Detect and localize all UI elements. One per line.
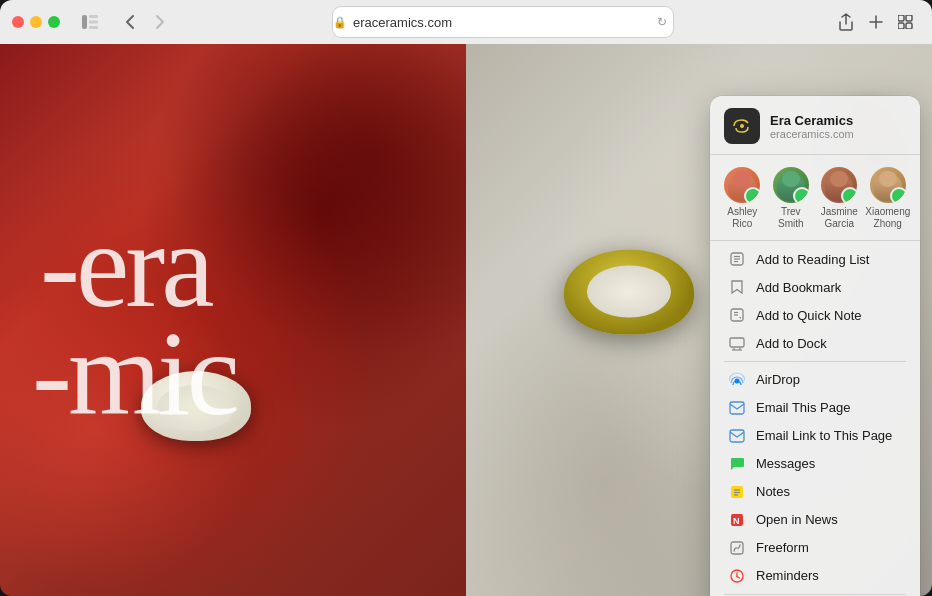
svg-rect-21	[730, 402, 744, 414]
menu-label-add-dock: Add to Dock	[756, 336, 827, 351]
contact-xiaomeng[interactable]: XiaomengZhong	[866, 167, 910, 230]
site-icon	[724, 108, 760, 144]
menu-divider-1	[724, 361, 906, 362]
sidebar-toggle-button[interactable]	[76, 8, 104, 36]
avatar-jasmine	[821, 167, 857, 203]
bookmark-icon	[728, 278, 746, 296]
site-info: Era Ceramics eraceramics.com	[770, 113, 854, 140]
back-button[interactable]	[116, 8, 144, 36]
svg-rect-5	[898, 23, 904, 29]
svg-rect-6	[906, 15, 912, 21]
url-text: eraceramics.com	[353, 15, 452, 30]
menu-item-news[interactable]: N Open in News	[714, 506, 916, 534]
messages-icon	[728, 455, 746, 473]
svg-point-8	[740, 124, 744, 128]
menu-list: Add to Reading List Add Bookmark Add to …	[710, 245, 920, 596]
browser-window: 🔒 eraceramics.com ↻	[0, 0, 932, 596]
avatar-ashley	[724, 167, 760, 203]
share-button[interactable]	[832, 8, 860, 36]
menu-label-notes: Notes	[756, 484, 790, 499]
page-content: -era -mic Era Ceramics eraceramics.com	[0, 44, 932, 596]
menu-label-bookmark: Add Bookmark	[756, 280, 841, 295]
avatar-xiaomeng	[870, 167, 906, 203]
close-button[interactable]	[12, 16, 24, 28]
menu-item-email-page[interactable]: Email This Page	[714, 394, 916, 422]
maximize-button[interactable]	[48, 16, 60, 28]
forward-button[interactable]	[146, 8, 174, 36]
address-bar-container: 🔒 eraceramics.com ↻	[182, 7, 824, 37]
svg-line-32	[737, 576, 740, 578]
menu-label-news: Open in News	[756, 512, 838, 527]
site-name: Era Ceramics	[770, 113, 854, 128]
svg-rect-7	[906, 23, 912, 29]
menu-label-email-page: Email This Page	[756, 400, 850, 415]
reminders-icon	[728, 567, 746, 585]
menu-label-reminders: Reminders	[756, 568, 819, 583]
contact-trev[interactable]: TrevSmith	[769, 167, 813, 230]
menu-label-reading-list: Add to Reading List	[756, 252, 869, 267]
popup-header: Era Ceramics eraceramics.com	[710, 108, 920, 155]
lock-icon: 🔒	[333, 16, 347, 29]
menu-label-airdrop: AirDrop	[756, 372, 800, 387]
contact-ashley[interactable]: AshleyRico	[720, 167, 764, 230]
quick-note-icon	[728, 306, 746, 324]
reading-list-icon	[728, 250, 746, 268]
news-icon: N	[728, 511, 746, 529]
freeform-icon	[728, 539, 746, 557]
svg-rect-22	[730, 430, 744, 442]
email-link-icon	[728, 427, 746, 445]
svg-rect-2	[89, 21, 98, 24]
site-url: eraceramics.com	[770, 128, 854, 140]
traffic-lights	[12, 16, 60, 28]
menu-item-airdrop[interactable]: AirDrop	[714, 366, 916, 394]
contact-jasmine[interactable]: JasmineGarcia	[817, 167, 861, 230]
contact-name-xiaomeng: XiaomengZhong	[865, 206, 910, 230]
svg-rect-16	[730, 338, 744, 347]
menu-label-freeform: Freeform	[756, 540, 809, 555]
email-this-page-icon	[728, 399, 746, 417]
menu-item-freeform[interactable]: Freeform	[714, 534, 916, 562]
menu-divider-2	[724, 594, 906, 595]
title-bar: 🔒 eraceramics.com ↻	[0, 0, 932, 44]
svg-rect-3	[89, 26, 98, 29]
nav-buttons	[116, 8, 174, 36]
menu-label-email-link: Email Link to This Page	[756, 428, 892, 443]
svg-rect-4	[898, 15, 904, 21]
menu-item-email-link[interactable]: Email Link to This Page	[714, 422, 916, 450]
airdrop-icon	[728, 371, 746, 389]
powder-texture	[0, 44, 466, 596]
hero-left-panel	[0, 44, 466, 596]
menu-item-add-dock[interactable]: Add to Dock	[714, 329, 916, 357]
contact-name-trev: TrevSmith	[778, 206, 804, 230]
new-tab-button[interactable]	[862, 8, 890, 36]
add-to-dock-icon	[728, 334, 746, 352]
svg-text:N: N	[733, 516, 740, 526]
share-popup: Era Ceramics eraceramics.com AshleyRico	[710, 96, 920, 596]
svg-rect-0	[82, 15, 87, 29]
menu-label-quick-note: Add to Quick Note	[756, 308, 862, 323]
notes-icon	[728, 483, 746, 501]
menu-item-quick-note[interactable]: Add to Quick Note	[714, 301, 916, 329]
svg-rect-1	[89, 15, 98, 18]
tab-overview-button[interactable]	[892, 8, 920, 36]
menu-item-reading-list[interactable]: Add to Reading List	[714, 245, 916, 273]
contact-name-jasmine: JasmineGarcia	[821, 206, 858, 230]
menu-item-notes[interactable]: Notes	[714, 478, 916, 506]
toolbar-right	[832, 8, 920, 36]
menu-label-messages: Messages	[756, 456, 815, 471]
contacts-row: AshleyRico TrevSmith JasmineGarcia	[710, 163, 920, 241]
address-bar[interactable]: 🔒 eraceramics.com ↻	[333, 7, 673, 37]
contact-name-ashley: AshleyRico	[727, 206, 757, 230]
reload-icon[interactable]: ↻	[657, 15, 667, 29]
menu-item-reminders[interactable]: Reminders	[714, 562, 916, 590]
minimize-button[interactable]	[30, 16, 42, 28]
menu-item-messages[interactable]: Messages	[714, 450, 916, 478]
menu-item-bookmark[interactable]: Add Bookmark	[714, 273, 916, 301]
avatar-trev	[773, 167, 809, 203]
